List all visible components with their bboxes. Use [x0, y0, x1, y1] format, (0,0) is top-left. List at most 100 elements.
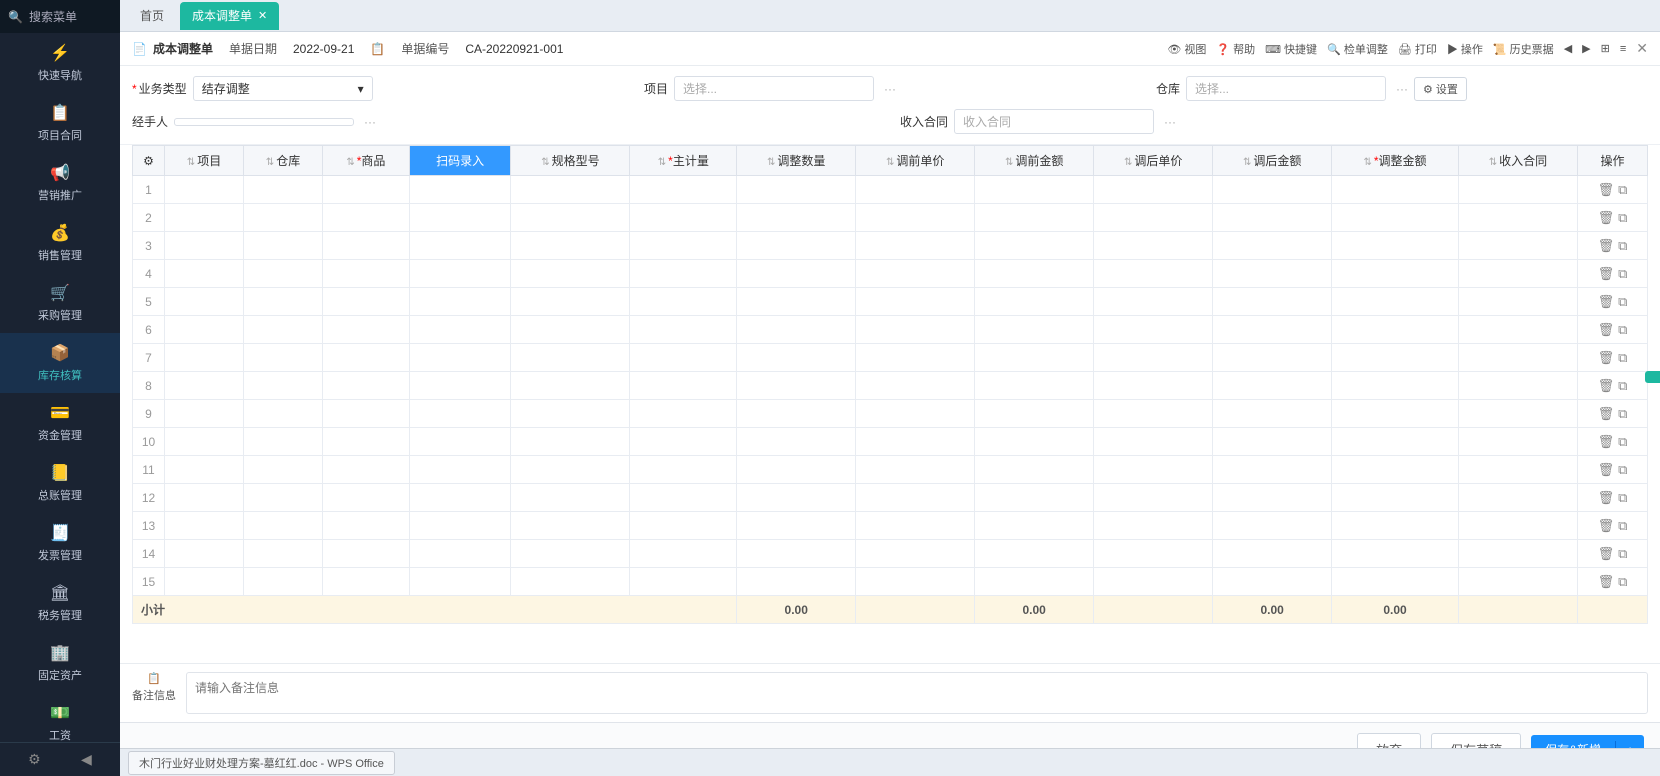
close-window-button[interactable]: ✕: [1636, 40, 1648, 57]
row-2-spec[interactable]: [511, 204, 630, 232]
row-10-after-amount[interactable]: [1213, 428, 1332, 456]
row-10-delete-btn[interactable]: 🗑: [1598, 434, 1615, 450]
row-4-revenue-contract[interactable]: [1458, 260, 1577, 288]
row-12-after-amount[interactable]: [1213, 484, 1332, 512]
row-8-after-price[interactable]: [1094, 372, 1213, 400]
sticky-tab-1[interactable]: [1645, 371, 1660, 383]
row-9-delete-btn[interactable]: 🗑: [1598, 406, 1615, 422]
row-11-warehouse[interactable]: [244, 456, 323, 484]
row-7-adj-qty[interactable]: [737, 344, 856, 372]
row-11-project[interactable]: [165, 456, 244, 484]
row-9-project[interactable]: [165, 400, 244, 428]
row-5-delete-btn[interactable]: 🗑: [1598, 294, 1615, 310]
row-14-scan[interactable]: [409, 540, 511, 568]
sidebar-search[interactable]: 🔍 搜索菜单: [0, 0, 120, 33]
action-help[interactable]: ❓ 帮助: [1216, 41, 1255, 57]
row-4-adj-amount[interactable]: [1332, 260, 1459, 288]
row-7-prev-amount[interactable]: [975, 344, 1094, 372]
row-4-unit[interactable]: [630, 260, 737, 288]
row-9-adj-amount[interactable]: [1332, 400, 1459, 428]
row-1-after-price[interactable]: [1094, 176, 1213, 204]
row-12-goods[interactable]: [323, 484, 410, 512]
row-1-copy-btn[interactable]: ⧉: [1618, 182, 1627, 198]
row-6-unit[interactable]: [630, 316, 737, 344]
row-15-scan[interactable]: [409, 568, 511, 596]
row-8-warehouse[interactable]: [244, 372, 323, 400]
row-11-prev-price[interactable]: [856, 456, 975, 484]
row-14-spec[interactable]: [511, 540, 630, 568]
row-3-prev-price[interactable]: [856, 232, 975, 260]
row-10-spec[interactable]: [511, 428, 630, 456]
row-5-prev-price[interactable]: [856, 288, 975, 316]
row-3-delete-btn[interactable]: 🗑: [1598, 238, 1615, 254]
row-9-scan[interactable]: [409, 400, 511, 428]
row-15-warehouse[interactable]: [244, 568, 323, 596]
row-3-copy-btn[interactable]: ⧉: [1618, 238, 1627, 254]
row-13-scan[interactable]: [409, 512, 511, 540]
row-14-prev-amount[interactable]: [975, 540, 1094, 568]
collapse-icon[interactable]: ◀: [81, 751, 92, 768]
row-13-warehouse[interactable]: [244, 512, 323, 540]
row-3-after-price[interactable]: [1094, 232, 1213, 260]
action-shortcut[interactable]: ⌨ 快捷键: [1265, 41, 1317, 57]
row-2-unit[interactable]: [630, 204, 737, 232]
row-3-scan[interactable]: [409, 232, 511, 260]
row-10-revenue-contract[interactable]: [1458, 428, 1577, 456]
row-14-adj-qty[interactable]: [737, 540, 856, 568]
row-11-copy-btn[interactable]: ⧉: [1618, 462, 1627, 478]
row-7-revenue-contract[interactable]: [1458, 344, 1577, 372]
row-7-spec[interactable]: [511, 344, 630, 372]
row-13-prev-amount[interactable]: [975, 512, 1094, 540]
row-11-goods[interactable]: [323, 456, 410, 484]
sidebar-item-invoice-mgmt[interactable]: 🧾 发票管理: [0, 513, 120, 573]
row-6-goods[interactable]: [323, 316, 410, 344]
row-5-spec[interactable]: [511, 288, 630, 316]
row-5-goods[interactable]: [323, 288, 410, 316]
row-10-warehouse[interactable]: [244, 428, 323, 456]
row-13-prev-price[interactable]: [856, 512, 975, 540]
th-gear[interactable]: ⚙: [133, 146, 165, 176]
row-5-adj-qty[interactable]: [737, 288, 856, 316]
row-10-after-price[interactable]: [1094, 428, 1213, 456]
row-14-unit[interactable]: [630, 540, 737, 568]
sidebar-item-tax-mgmt[interactable]: 🏛 税务管理: [0, 573, 120, 633]
row-7-after-price[interactable]: [1094, 344, 1213, 372]
row-12-spec[interactable]: [511, 484, 630, 512]
row-10-goods[interactable]: [323, 428, 410, 456]
tab-close-cost-adjust[interactable]: ✕: [258, 9, 267, 22]
row-10-scan[interactable]: [409, 428, 511, 456]
row-15-adj-amount[interactable]: [1332, 568, 1459, 596]
taskbar-item[interactable]: 木门行业好业财处理方案-墓红红.doc - WPS Office: [128, 751, 395, 775]
row-4-after-amount[interactable]: [1213, 260, 1332, 288]
row-6-prev-price[interactable]: [856, 316, 975, 344]
sidebar-item-salary[interactable]: 💵 工资: [0, 693, 120, 742]
row-10-unit[interactable]: [630, 428, 737, 456]
row-2-after-amount[interactable]: [1213, 204, 1332, 232]
row-5-after-amount[interactable]: [1213, 288, 1332, 316]
row-8-prev-price[interactable]: [856, 372, 975, 400]
row-2-prev-price[interactable]: [856, 204, 975, 232]
row-3-project[interactable]: [165, 232, 244, 260]
row-1-revenue-contract[interactable]: [1458, 176, 1577, 204]
row-15-goods[interactable]: [323, 568, 410, 596]
notes-input[interactable]: [186, 672, 1648, 714]
row-7-unit[interactable]: [630, 344, 737, 372]
row-14-goods[interactable]: [323, 540, 410, 568]
row-9-adj-qty[interactable]: [737, 400, 856, 428]
sidebar-item-sales-promo[interactable]: 📢 营销推广: [0, 153, 120, 213]
sidebar-item-sales-mgmt[interactable]: 💰 销售管理: [0, 213, 120, 273]
row-5-after-price[interactable]: [1094, 288, 1213, 316]
row-5-project[interactable]: [165, 288, 244, 316]
row-2-revenue-contract[interactable]: [1458, 204, 1577, 232]
row-11-adj-qty[interactable]: [737, 456, 856, 484]
tab-cost-adjust[interactable]: 成本调整单✕: [180, 2, 279, 30]
row-10-prev-amount[interactable]: [975, 428, 1094, 456]
row-9-revenue-contract[interactable]: [1458, 400, 1577, 428]
row-11-delete-btn[interactable]: 🗑: [1598, 462, 1615, 478]
row-13-after-price[interactable]: [1094, 512, 1213, 540]
row-10-prev-price[interactable]: [856, 428, 975, 456]
row-13-project[interactable]: [165, 512, 244, 540]
row-3-after-amount[interactable]: [1213, 232, 1332, 260]
row-6-delete-btn[interactable]: 🗑: [1598, 322, 1615, 338]
row-13-goods[interactable]: [323, 512, 410, 540]
